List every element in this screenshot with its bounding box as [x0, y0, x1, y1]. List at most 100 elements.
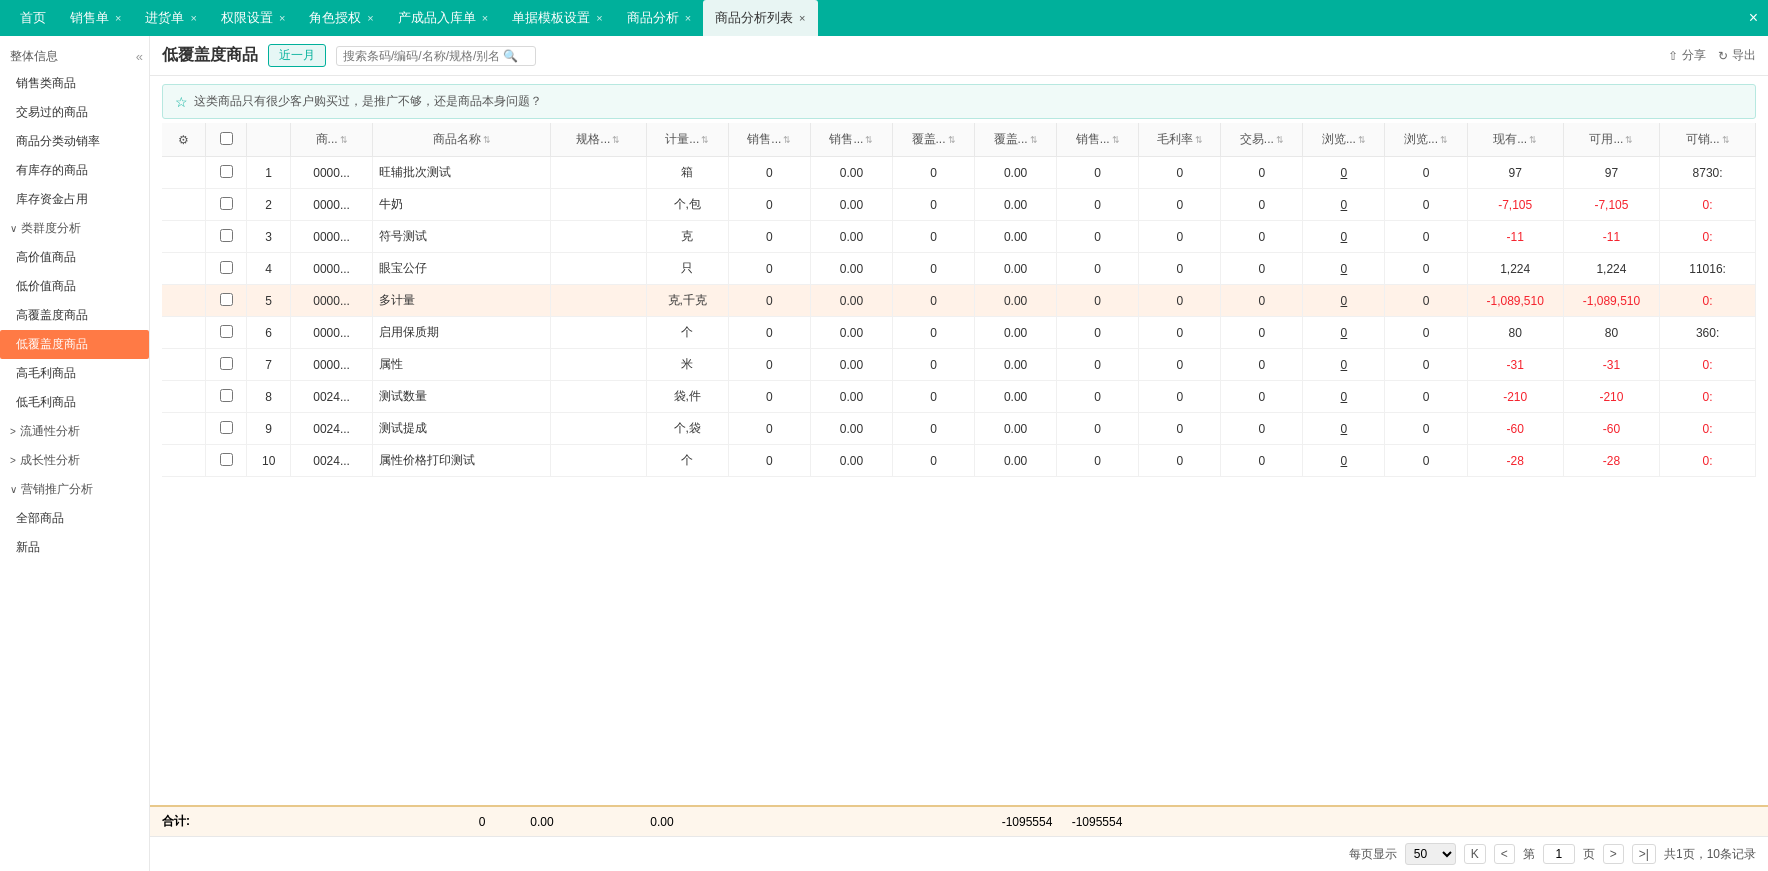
nav-home[interactable]: 首页 [8, 0, 58, 36]
prev-page-button[interactable]: < [1494, 844, 1515, 864]
sidebar-item-category-rate[interactable]: 商品分类动销率 [0, 127, 149, 156]
nav-product-analysis[interactable]: 商品分析 × [615, 0, 703, 36]
row-checkbox[interactable] [220, 197, 233, 210]
search-icon[interactable]: 🔍 [503, 49, 518, 63]
col-spec[interactable]: 规格...⇅ [550, 123, 646, 157]
col-sales2[interactable]: 销售...⇅ [810, 123, 892, 157]
sidebar-item-high-coverage[interactable]: 高覆盖度商品 [0, 301, 149, 330]
nav-purchase[interactable]: 进货单 × [133, 0, 208, 36]
totals-sales2: 0.00 [512, 815, 572, 829]
col-trade[interactable]: 交易...⇅ [1221, 123, 1303, 157]
row-checkbox-cell[interactable] [206, 381, 247, 413]
sidebar-item-sales-products[interactable]: 销售类商品 [0, 69, 149, 98]
row-browse1[interactable]: 0 [1303, 445, 1385, 477]
row-checkbox[interactable] [220, 325, 233, 338]
row-checkbox[interactable] [220, 165, 233, 178]
row-browse1[interactable]: 0 [1303, 253, 1385, 285]
row-browse1[interactable]: 0 [1303, 285, 1385, 317]
col-browse1[interactable]: 浏览...⇅ [1303, 123, 1385, 157]
nav-close-purchase[interactable]: × [190, 12, 196, 24]
select-all-checkbox[interactable] [220, 132, 233, 145]
time-filter-button[interactable]: 近一月 [268, 44, 326, 67]
row-checkbox-cell[interactable] [206, 221, 247, 253]
settings-icon[interactable]: ⚙ [178, 133, 189, 147]
per-page-select[interactable]: 50 100 200 [1405, 843, 1456, 865]
row-checkbox-cell[interactable] [206, 317, 247, 349]
col-sales1[interactable]: 销售...⇅ [728, 123, 810, 157]
sidebar-item-low-profit[interactable]: 低毛利商品 [0, 388, 149, 417]
col-settings[interactable]: ⚙ [162, 123, 206, 157]
sidebar-group-growth[interactable]: > 成长性分析 [0, 446, 149, 475]
row-browse1[interactable]: 0 [1303, 317, 1385, 349]
col-unit[interactable]: 计量...⇅ [646, 123, 728, 157]
col-gross[interactable]: 毛利率⇅ [1139, 123, 1221, 157]
sidebar-item-high-profit[interactable]: 高毛利商品 [0, 359, 149, 388]
sidebar-item-stock-capital[interactable]: 库存资金占用 [0, 185, 149, 214]
nav-close-analysis-list[interactable]: × [799, 12, 805, 24]
row-checkbox[interactable] [220, 261, 233, 274]
col-browse2[interactable]: 浏览...⇅ [1385, 123, 1467, 157]
row-checkbox-cell[interactable] [206, 445, 247, 477]
row-browse1[interactable]: 0 [1303, 413, 1385, 445]
sidebar-group-marketing[interactable]: ∨ 营销推广分析 [0, 475, 149, 504]
sidebar-item-low-value[interactable]: 低价值商品 [0, 272, 149, 301]
row-checkbox-cell[interactable] [206, 349, 247, 381]
window-close-button[interactable]: × [1749, 9, 1758, 27]
sidebar-collapse-icon[interactable]: « [136, 49, 143, 64]
page-input[interactable] [1543, 844, 1575, 864]
row-available: -7,105 [1563, 189, 1659, 221]
row-browse1[interactable]: 0 [1303, 157, 1385, 189]
last-page-button[interactable]: >| [1632, 844, 1656, 864]
search-input[interactable] [343, 49, 503, 63]
nav-close-role[interactable]: × [367, 12, 373, 24]
nav-close-finished[interactable]: × [482, 12, 488, 24]
nav-close-analysis[interactable]: × [685, 12, 691, 24]
sidebar-item-in-stock[interactable]: 有库存的商品 [0, 156, 149, 185]
content-header: 低覆盖度商品 近一月 🔍 ⇧ 分享 ↻ 导出 [150, 36, 1768, 76]
next-page-button[interactable]: > [1603, 844, 1624, 864]
sidebar-group-circulation[interactable]: > 流通性分析 [0, 417, 149, 446]
row-checkbox[interactable] [220, 357, 233, 370]
col-sales3[interactable]: 销售...⇅ [1057, 123, 1139, 157]
col-available[interactable]: 可用...⇅ [1563, 123, 1659, 157]
col-code[interactable]: 商...⇅ [291, 123, 373, 157]
sidebar-group-cluster[interactable]: ∨ 类群度分析 [0, 214, 149, 243]
sidebar-item-all-products[interactable]: 全部商品 [0, 504, 149, 533]
first-page-button[interactable]: K [1464, 844, 1486, 864]
nav-finished-goods[interactable]: 产成品入库单 × [386, 0, 500, 36]
nav-template-settings[interactable]: 单据模板设置 × [500, 0, 614, 36]
row-checkbox[interactable] [220, 421, 233, 434]
row-browse1[interactable]: 0 [1303, 349, 1385, 381]
row-checkbox[interactable] [220, 389, 233, 402]
row-checkbox-cell[interactable] [206, 189, 247, 221]
nav-analysis-list[interactable]: 商品分析列表 × [703, 0, 817, 36]
sidebar-item-new-products[interactable]: 新品 [0, 533, 149, 562]
row-sales2: 0.00 [810, 221, 892, 253]
row-browse1[interactable]: 0 [1303, 221, 1385, 253]
row-checkbox[interactable] [220, 293, 233, 306]
col-cover2[interactable]: 覆盖...⇅ [975, 123, 1057, 157]
row-checkbox-cell[interactable] [206, 413, 247, 445]
col-cover1[interactable]: 覆盖...⇅ [892, 123, 974, 157]
row-checkbox[interactable] [220, 229, 233, 242]
nav-role-auth[interactable]: 角色授权 × [297, 0, 385, 36]
col-saleable[interactable]: 可销...⇅ [1660, 123, 1756, 157]
sidebar-item-high-value[interactable]: 高价值商品 [0, 243, 149, 272]
row-checkbox-cell[interactable] [206, 253, 247, 285]
row-checkbox-cell[interactable] [206, 157, 247, 189]
row-browse1[interactable]: 0 [1303, 189, 1385, 221]
row-checkbox-cell[interactable] [206, 285, 247, 317]
nav-close-permissions[interactable]: × [279, 12, 285, 24]
export-button[interactable]: ↻ 导出 [1718, 47, 1756, 64]
sidebar-item-traded-products[interactable]: 交易过的商品 [0, 98, 149, 127]
share-button[interactable]: ⇧ 分享 [1668, 47, 1706, 64]
nav-close-template[interactable]: × [596, 12, 602, 24]
nav-permissions[interactable]: 权限设置 × [209, 0, 297, 36]
row-browse1[interactable]: 0 [1303, 381, 1385, 413]
col-current[interactable]: 现有...⇅ [1467, 123, 1563, 157]
nav-sales-order[interactable]: 销售单 × [58, 0, 133, 36]
sidebar-item-low-coverage[interactable]: 低覆盖度商品 [0, 330, 149, 359]
col-name[interactable]: 商品名称⇅ [373, 123, 551, 157]
nav-close-sales[interactable]: × [115, 12, 121, 24]
row-checkbox[interactable] [220, 453, 233, 466]
